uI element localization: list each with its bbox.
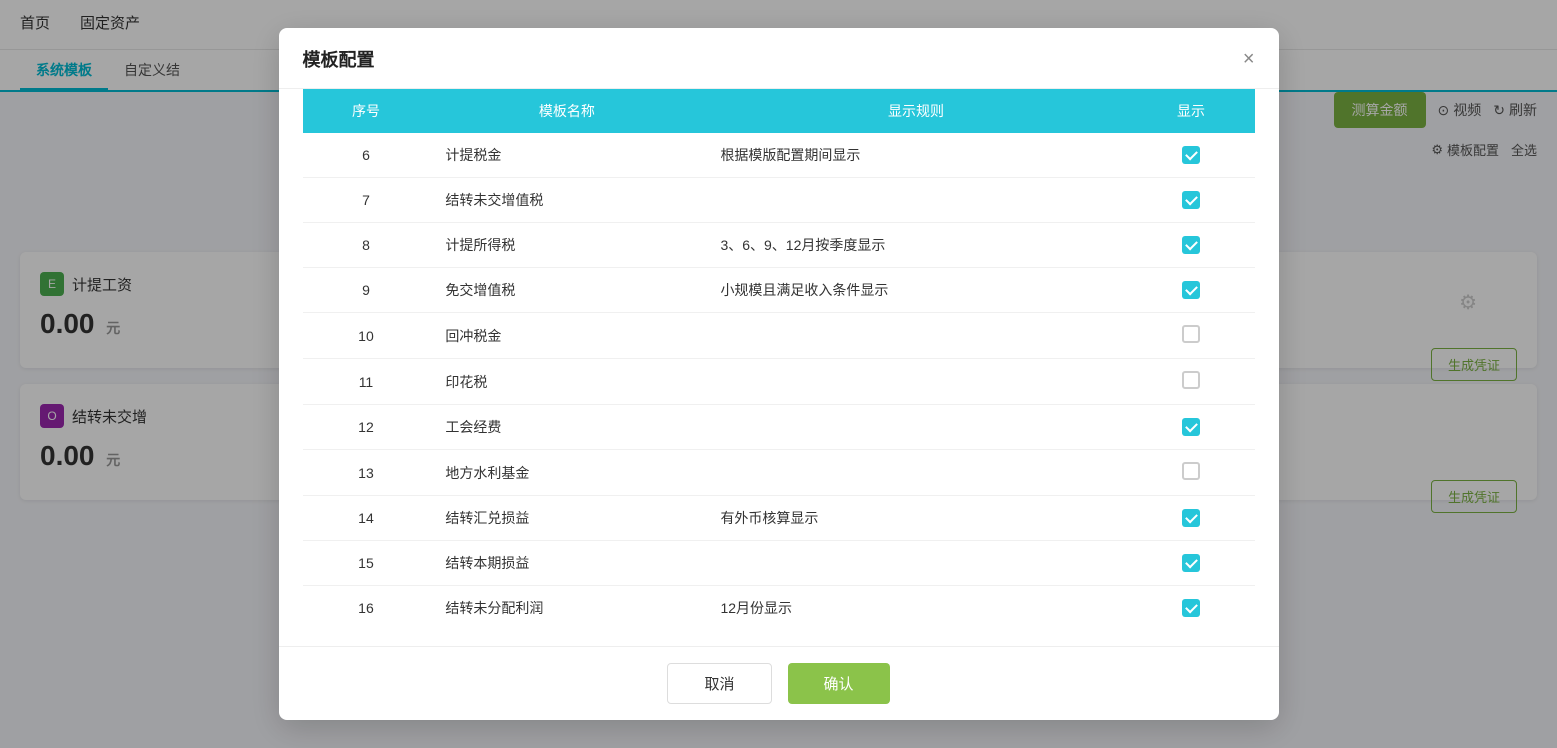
cell-seq: 8 [303,223,430,268]
cell-checkbox [1128,268,1255,313]
cell-checkbox [1128,405,1255,450]
checkbox-checked[interactable] [1182,281,1200,299]
table-body: 6计提税金根据模版配置期间显示7结转未交增值税8计提所得税3、6、9、12月按季… [303,133,1255,630]
table-row: 13地方水利基金 [303,450,1255,496]
col-name: 模板名称 [429,89,704,133]
table-row: 16结转未分配利润12月份显示 [303,586,1255,631]
modal-close-button[interactable]: × [1243,49,1255,69]
checkbox-checked[interactable] [1182,236,1200,254]
cell-rule: 有外币核算显示 [704,496,1127,541]
cell-rule [704,405,1127,450]
cell-name: 结转未交增值税 [429,178,704,223]
config-table: 序号 模板名称 显示规则 显示 6计提税金根据模版配置期间显示7结转未交增值税8… [303,89,1255,630]
cell-name: 地方水利基金 [429,450,704,496]
cell-name: 印花税 [429,359,704,405]
cell-seq: 12 [303,405,430,450]
cell-checkbox [1128,541,1255,586]
table-row: 7结转未交增值税 [303,178,1255,223]
modal-title: 模板配置 [303,46,375,72]
checkbox-unchecked[interactable] [1182,462,1200,480]
checkbox-checked[interactable] [1182,509,1200,527]
cell-seq: 7 [303,178,430,223]
modal-overlay: 模板配置 × 序号 模板名称 显示规则 显示 6计提税金根据模版配置期间显示7结… [0,0,1557,748]
cell-seq: 15 [303,541,430,586]
cell-name: 结转汇兑损益 [429,496,704,541]
cell-seq: 14 [303,496,430,541]
cell-rule: 12月份显示 [704,586,1127,631]
cell-checkbox [1128,586,1255,631]
checkbox-checked[interactable] [1182,191,1200,209]
modal-body[interactable]: 序号 模板名称 显示规则 显示 6计提税金根据模版配置期间显示7结转未交增值税8… [279,89,1279,646]
col-display: 显示 [1128,89,1255,133]
cell-seq: 13 [303,450,430,496]
col-rule: 显示规则 [704,89,1127,133]
confirm-button[interactable]: 确认 [788,663,890,704]
cell-name: 免交增值税 [429,268,704,313]
table-row: 8计提所得税3、6、9、12月按季度显示 [303,223,1255,268]
checkbox-checked[interactable] [1182,146,1200,164]
table-row: 12工会经费 [303,405,1255,450]
cell-rule [704,313,1127,359]
cell-checkbox [1128,359,1255,405]
cancel-button[interactable]: 取消 [667,663,771,704]
cell-rule: 3、6、9、12月按季度显示 [704,223,1127,268]
cell-checkbox [1128,450,1255,496]
cell-checkbox [1128,133,1255,178]
cell-name: 计提所得税 [429,223,704,268]
cell-checkbox [1128,313,1255,359]
cell-name: 工会经费 [429,405,704,450]
table-header: 序号 模板名称 显示规则 显示 [303,89,1255,133]
cell-seq: 9 [303,268,430,313]
cell-rule [704,359,1127,405]
checkbox-checked[interactable] [1182,554,1200,572]
cell-checkbox [1128,223,1255,268]
modal-footer: 取消 确认 [279,646,1279,720]
col-seq: 序号 [303,89,430,133]
cell-seq: 16 [303,586,430,631]
table-row: 11印花税 [303,359,1255,405]
cell-seq: 11 [303,359,430,405]
table-row: 15结转本期损益 [303,541,1255,586]
cell-name: 结转本期损益 [429,541,704,586]
cell-rule [704,178,1127,223]
checkbox-unchecked[interactable] [1182,371,1200,389]
table-row: 6计提税金根据模版配置期间显示 [303,133,1255,178]
checkbox-checked[interactable] [1182,599,1200,617]
table-row: 10回冲税金 [303,313,1255,359]
cell-rule [704,541,1127,586]
cell-rule [704,450,1127,496]
checkbox-checked[interactable] [1182,418,1200,436]
cell-seq: 10 [303,313,430,359]
cell-rule: 根据模版配置期间显示 [704,133,1127,178]
modal-template-config: 模板配置 × 序号 模板名称 显示规则 显示 6计提税金根据模版配置期间显示7结… [279,28,1279,720]
cell-name: 计提税金 [429,133,704,178]
cell-checkbox [1128,178,1255,223]
table-row: 9免交增值税小规模且满足收入条件显示 [303,268,1255,313]
cell-name: 结转未分配利润 [429,586,704,631]
cell-seq: 6 [303,133,430,178]
modal-header: 模板配置 × [279,28,1279,89]
cell-rule: 小规模且满足收入条件显示 [704,268,1127,313]
checkbox-unchecked[interactable] [1182,325,1200,343]
cell-name: 回冲税金 [429,313,704,359]
table-row: 14结转汇兑损益有外币核算显示 [303,496,1255,541]
cell-checkbox [1128,496,1255,541]
